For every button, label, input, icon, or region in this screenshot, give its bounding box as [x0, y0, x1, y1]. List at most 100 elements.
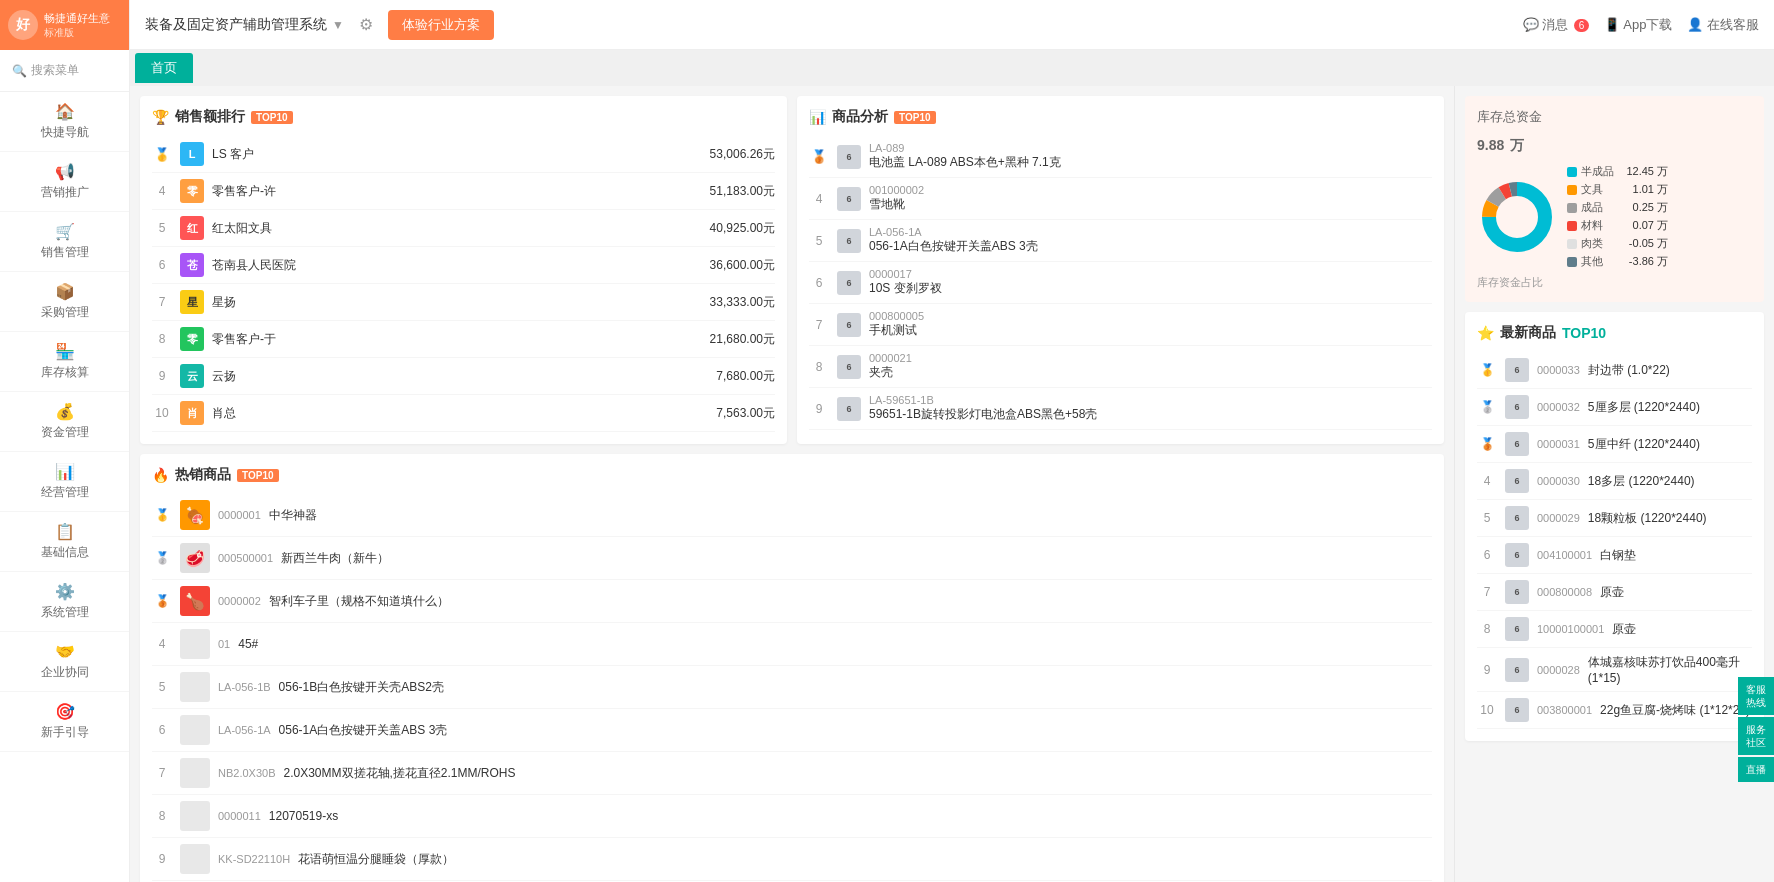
purchase-icon: 📦 — [55, 282, 75, 301]
list-item: 10 6 003800001 22g鱼豆腐-烧烤味 (1*12*20) — [1477, 692, 1752, 729]
legend-dot — [1567, 185, 1577, 195]
list-item: 8 0000011 12070519-xs — [152, 795, 1432, 838]
product-name: 白钢垫 — [1600, 547, 1636, 564]
sidebar-item-finance[interactable]: 💰 资金管理 — [0, 392, 129, 452]
product-code: 0000030 — [1537, 475, 1580, 487]
rank-num: 7 — [152, 766, 172, 780]
sidebar-item-purchase[interactable]: 📦 采购管理 — [0, 272, 129, 332]
sidebar: 好 畅捷通好生意 标准版 🔍 搜索菜单 🏠 快捷导航 📢 营销推广 🛒 销售管理… — [0, 0, 130, 882]
customer-ranking-card: 🏆 销售额排行 TOP10 🥇 L LS 客户 53,006.26元 4 — [140, 96, 787, 444]
product-name: 59651-1B旋转投影灯电池盒ABS黑色+58壳 — [869, 406, 1432, 423]
product-name: 12070519-xs — [269, 809, 338, 823]
customer-name: 云扬 — [212, 368, 708, 385]
customer-service-btn[interactable]: 客服热线 — [1738, 677, 1774, 715]
product-name: 夹壳 — [869, 364, 1432, 381]
avatar: L — [180, 142, 204, 166]
product-img-placeholder: 6 — [1505, 506, 1529, 530]
customer-name: 苍南县人民医院 — [212, 257, 702, 274]
online-service-btn[interactable]: 👤 在线客服 — [1687, 16, 1759, 34]
rank-medal: 🥇 — [1477, 363, 1497, 377]
product-name: 智利车子里（规格不知道填什么） — [269, 593, 449, 610]
sidebar-item-base-info[interactable]: 📋 基础信息 — [0, 512, 129, 572]
list-item: 🥇 🍖 0000001 中华神器 — [152, 494, 1432, 537]
avatar: 肖 — [180, 401, 204, 425]
rank-num: 9 — [152, 852, 172, 866]
sidebar-item-inventory[interactable]: 🏪 库存核算 — [0, 332, 129, 392]
legend-item: 肉类 -0.05 万 — [1567, 236, 1668, 251]
product-name: 10S 变刹罗衩 — [869, 280, 1432, 297]
experience-btn[interactable]: 体验行业方案 — [388, 10, 494, 40]
rank-num: 7 — [152, 295, 172, 309]
rank-num: 9 — [1477, 663, 1497, 677]
rank-medal-1: 🥇 — [152, 147, 172, 162]
inventory-chart-area: 半成品 12.45 万 文具 1.01 万 成品 0.25 万 — [1477, 164, 1752, 269]
live-btn[interactable]: 直播 — [1738, 757, 1774, 782]
message-btn[interactable]: 💬 消息 6 — [1523, 16, 1590, 34]
product-code: 0000017 — [869, 268, 1432, 280]
customer-name: 零售客户-于 — [212, 331, 702, 348]
sidebar-item-operations[interactable]: 📊 经营管理 — [0, 452, 129, 512]
product-code: 0000031 — [1537, 438, 1580, 450]
product-name: 056-1A白色按键开关盖ABS 3壳 — [279, 722, 448, 739]
list-item: 5 LA-056-1B 056-1B白色按键开关壳ABS2壳 — [152, 666, 1432, 709]
product-code: 0000011 — [218, 810, 261, 822]
list-item: 4 6 001000002 雪地靴 — [809, 178, 1432, 220]
top-label: TOP10 — [251, 111, 293, 124]
float-buttons: 客服热线 服务社区 直播 — [1738, 677, 1774, 782]
product-name: 056-1A白色按键开关盖ABS 3壳 — [869, 238, 1432, 255]
sidebar-search-section[interactable]: 🔍 搜索菜单 — [0, 50, 129, 92]
system-icon: ⚙️ — [55, 582, 75, 601]
rank-num: 6 — [1477, 548, 1497, 562]
product-name: 22g鱼豆腐-烧烤味 (1*12*20) — [1600, 702, 1750, 719]
message-badge: 6 — [1574, 19, 1590, 32]
product-code: 003800001 — [1537, 704, 1592, 716]
legend-item: 半成品 12.45 万 — [1567, 164, 1668, 179]
base-info-icon: 📋 — [55, 522, 75, 541]
service-community-btn[interactable]: 服务社区 — [1738, 717, 1774, 755]
product-code: LA-056-1A — [218, 724, 271, 736]
sidebar-item-guide[interactable]: 🎯 新手引导 — [0, 692, 129, 752]
avatar: 苍 — [180, 253, 204, 277]
rank-num: 7 — [809, 318, 829, 332]
list-item: 6 6 004100001 白钢垫 — [1477, 537, 1752, 574]
inventory-subtitle: 库存资金占比 — [1477, 275, 1752, 290]
product-code: 000500001 — [218, 552, 273, 564]
legend-item: 材料 0.07 万 — [1567, 218, 1668, 233]
rank-num: 10 — [1477, 703, 1497, 717]
donut-chart — [1477, 177, 1557, 257]
list-item: 5 红 红太阳文具 40,925.00元 — [152, 210, 775, 247]
gear-icon[interactable]: ⚙ — [359, 15, 373, 34]
product-image-placeholder — [180, 672, 210, 702]
sidebar-logo: 好 畅捷通好生意 标准版 — [0, 0, 129, 50]
search-menu-btn[interactable]: 🔍 搜索菜单 — [8, 58, 121, 83]
product-name: 5厘多层 (1220*2440) — [1588, 399, 1700, 416]
rank-medal: 🥈 — [1477, 400, 1497, 414]
tab-home[interactable]: 首页 — [135, 53, 193, 83]
rank-num: 8 — [1477, 622, 1497, 636]
list-item: 9 6 LA-59651-1B 59651-1B旋转投影灯电池盒ABS黑色+58… — [809, 388, 1432, 430]
new-products-title: ⭐ 最新商品 TOP10 — [1477, 324, 1752, 342]
product-code: LA-089 — [869, 142, 1432, 154]
product-code: NB2.0X30B — [218, 767, 275, 779]
sidebar-item-home[interactable]: 🏠 快捷导航 — [0, 92, 129, 152]
product-image-placeholder — [180, 715, 210, 745]
rank-num: 5 — [809, 234, 829, 248]
rank-num: 4 — [809, 192, 829, 206]
sidebar-item-sales[interactable]: 🛒 销售管理 — [0, 212, 129, 272]
app-download-btn[interactable]: 📱 App下载 — [1604, 16, 1672, 34]
hot-products-list: 🥇 🍖 0000001 中华神器 🥈 🥩 000500001 新西兰 — [152, 494, 1432, 881]
list-item: 🥉 🍗 0000002 智利车子里（规格不知道填什么） — [152, 580, 1432, 623]
sidebar-item-system[interactable]: ⚙️ 系统管理 — [0, 572, 129, 632]
sidebar-item-cooperation[interactable]: 🤝 企业协同 — [0, 632, 129, 692]
product-img-placeholder: 6 — [837, 229, 861, 253]
sidebar-item-marketing[interactable]: 📢 营销推广 — [0, 152, 129, 212]
product-code: 10000100001 — [1537, 623, 1604, 635]
rank-num: 6 — [152, 258, 172, 272]
legend-item: 其他 -3.86 万 — [1567, 254, 1668, 269]
legend-dot — [1567, 221, 1577, 231]
list-item: 5 6 0000029 18颗粒板 (1220*2440) — [1477, 500, 1752, 537]
rank-medal: 🥉 — [1477, 437, 1497, 451]
chart-icon: 📊 — [809, 109, 826, 125]
operations-icon: 📊 — [55, 462, 75, 481]
list-item: 4 01 45# — [152, 623, 1432, 666]
